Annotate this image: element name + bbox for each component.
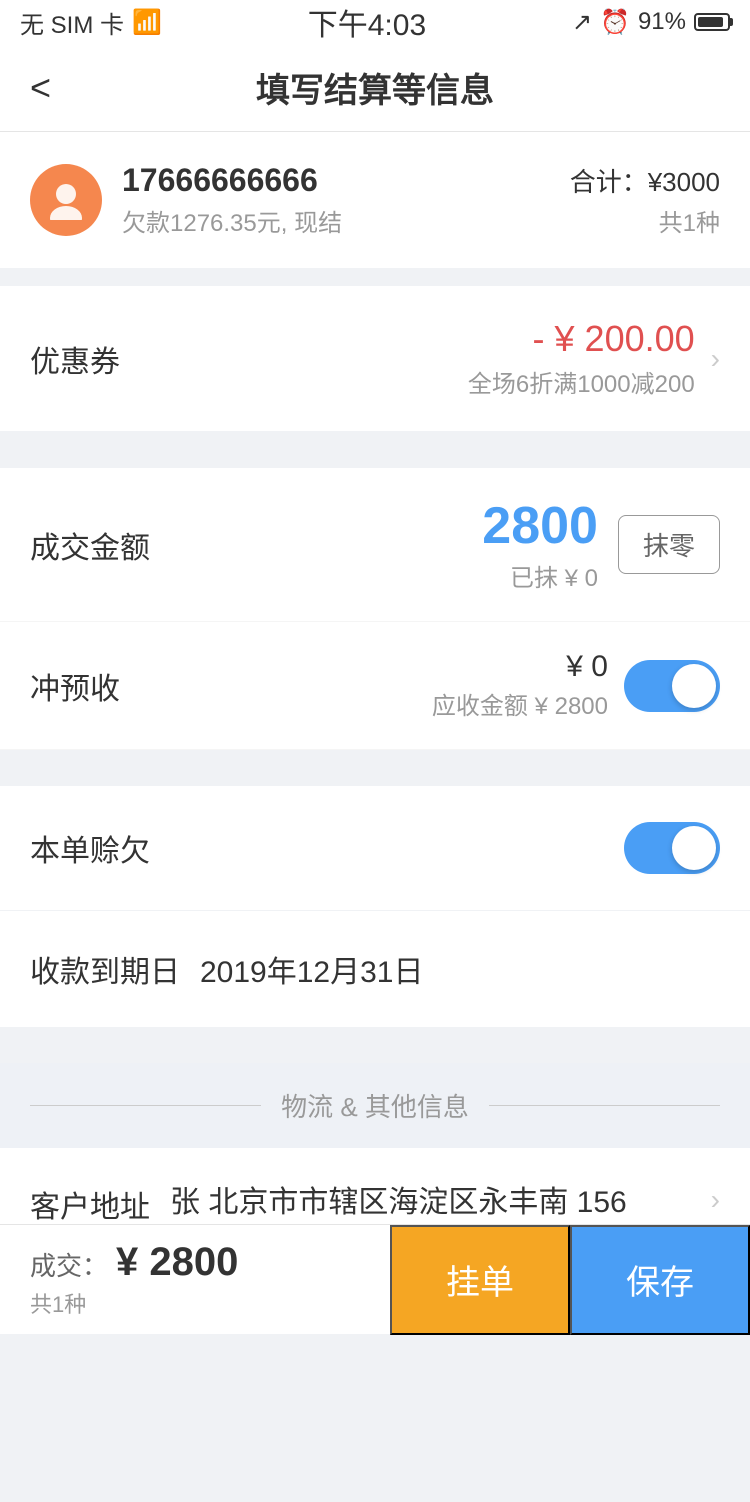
chong-row: 冲预收 ¥ 0 应收金额 ¥ 2800	[0, 622, 750, 750]
customer-info: 17666666666 欠款1276.35元, 现结	[122, 162, 342, 238]
round-button[interactable]: 抹零	[618, 515, 720, 574]
due-value: 2019年12月31日	[200, 947, 423, 991]
logistics-sep: 物流 & 其他信息	[0, 1063, 750, 1148]
no-sim-text: 无 SIM 卡	[20, 5, 124, 40]
bottom-summary-value: ¥ 2800	[116, 1240, 238, 1285]
address-label: 客户地址	[30, 1180, 150, 1226]
wifi-icon: 📶	[132, 8, 162, 37]
total-count: 共1种	[570, 203, 720, 238]
avatar	[30, 164, 102, 236]
bottom-bar: 成交： ¥ 2800 共1种 挂单 保存	[0, 1224, 750, 1334]
coupon-right: - ¥ 200.00 全场6折满1000减200 ›	[468, 318, 720, 399]
amount-sub: 已抹 ¥ 0	[482, 558, 598, 593]
chong-info: ¥ 0 应收金额 ¥ 2800	[432, 650, 608, 721]
chong-label: 冲预收	[30, 664, 120, 708]
amount-right-group: 2800 已抹 ¥ 0 抹零	[482, 496, 720, 593]
nav-bar: < 填写结算等信息	[0, 44, 750, 132]
bottom-summary-top: 成交： ¥ 2800	[30, 1240, 360, 1285]
due-row: 收款到期日 2019年12月31日	[0, 910, 750, 1027]
chong-sub: 应收金额 ¥ 2800	[432, 686, 608, 721]
alarm-icon: ⏰	[600, 8, 630, 37]
coupon-desc: 全场6折满1000减200	[468, 364, 695, 399]
section-gap-1	[0, 432, 750, 450]
customer-right: 合计：¥3000 共1种	[570, 162, 720, 238]
toggle-knob	[672, 664, 716, 708]
coupon-value: - ¥ 200.00	[468, 318, 695, 360]
coupon-row[interactable]: 优惠券 - ¥ 200.00 全场6折满1000减200 ›	[0, 286, 750, 432]
chong-right: ¥ 0 应收金额 ¥ 2800	[432, 650, 720, 721]
section-gap-2	[0, 750, 750, 768]
sep-line-right	[489, 1105, 720, 1106]
battery-icon	[694, 13, 730, 31]
amount-row: 成交金额 2800 已抹 ¥ 0 抹零	[0, 468, 750, 622]
address-chevron: ›	[711, 1180, 720, 1216]
amount-section: 成交金额 2800 已抹 ¥ 0 抹零 冲预收 ¥ 0 应收金额 ¥ 2800	[0, 468, 750, 750]
benshe-toggle-knob	[672, 826, 716, 870]
customer-left: 17666666666 欠款1276.35元, 现结	[30, 162, 342, 238]
coupon-value-group: - ¥ 200.00 全场6折满1000减200	[468, 318, 695, 399]
location-icon: ↗	[572, 8, 592, 37]
total-label: 合计：¥3000	[570, 162, 720, 199]
logistics-sep-text: 物流 & 其他信息	[281, 1087, 469, 1124]
bottom-summary-sub: 共1种	[30, 1287, 360, 1319]
amount-value: 2800	[482, 497, 598, 555]
benshe-toggle[interactable]	[624, 822, 720, 874]
status-right: ↗ ⏰ 91%	[572, 8, 730, 37]
sep-line-left	[30, 1105, 261, 1106]
amount-label: 成交金额	[30, 523, 150, 567]
bottom-summary: 成交： ¥ 2800 共1种	[0, 1240, 390, 1319]
status-left: 无 SIM 卡 📶	[20, 5, 162, 40]
benshe-label: 本单赊欠	[30, 826, 150, 870]
status-time: 下午4:03	[308, 0, 426, 44]
coupon-label: 优惠券	[30, 337, 120, 381]
bottom-summary-label: 成交：	[30, 1246, 108, 1283]
due-label: 收款到期日	[30, 947, 180, 991]
benshe-row: 本单赊欠	[0, 786, 750, 910]
back-button[interactable]: <	[30, 57, 71, 119]
customer-phone: 17666666666	[122, 162, 342, 199]
chevron-right-icon: ›	[711, 343, 720, 375]
page-title: 填写结算等信息	[256, 63, 494, 112]
address-chevron-icon: ›	[711, 1184, 720, 1216]
chong-value: ¥ 0	[432, 650, 608, 684]
hold-button[interactable]: 挂单	[390, 1225, 570, 1335]
section-gap-3	[0, 1027, 750, 1045]
chong-toggle[interactable]	[624, 660, 720, 712]
amount-sub-info: 2800 已抹 ¥ 0	[482, 496, 598, 593]
save-button[interactable]: 保存	[570, 1225, 750, 1335]
battery-percent: 91%	[638, 8, 686, 36]
customer-debt: 欠款1276.35元, 现结	[122, 203, 342, 238]
status-bar: 无 SIM 卡 📶 下午4:03 ↗ ⏰ 91%	[0, 0, 750, 44]
customer-card: 17666666666 欠款1276.35元, 现结 合计：¥3000 共1种	[0, 132, 750, 268]
